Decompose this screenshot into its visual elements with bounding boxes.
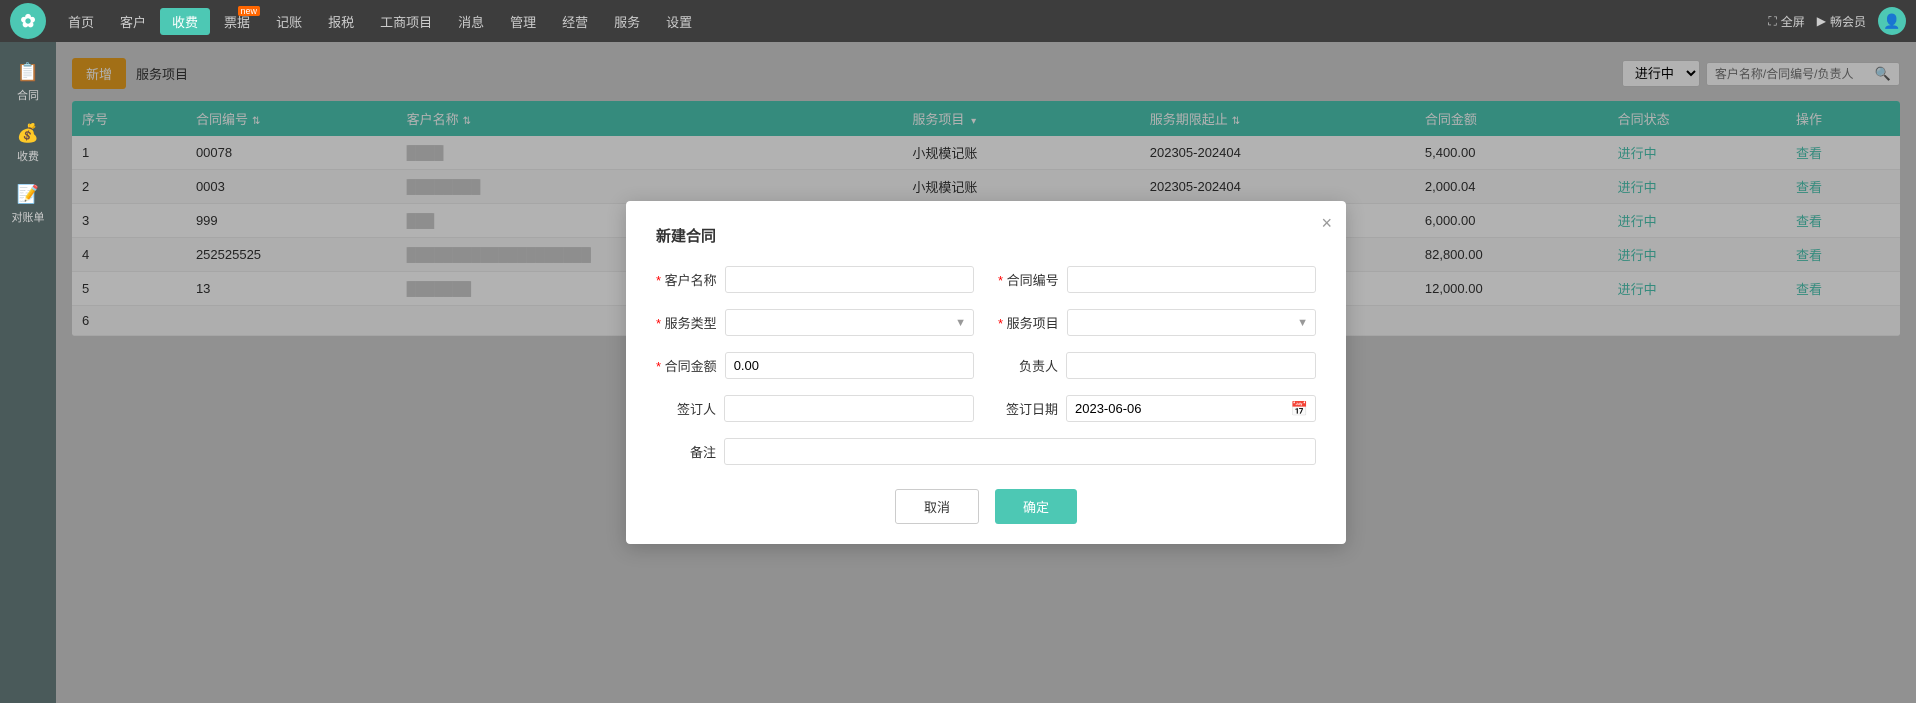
- service-item-select-wrap: ▼: [1067, 309, 1316, 336]
- form-row-sign-date: 签订日期 📅: [998, 395, 1316, 422]
- form-row-note: 备注: [656, 438, 1316, 465]
- main-layout: 📋 合同 💰 收费 📝 对账单 新增 服务项目 进行中 已结束 全部: [0, 42, 1916, 703]
- user-avatar[interactable]: 👤: [1878, 7, 1906, 35]
- contract-no-label: 合同编号: [998, 270, 1059, 289]
- nav-tax[interactable]: 报税: [316, 8, 366, 35]
- sign-date-label: 签订日期: [998, 399, 1058, 418]
- sidebar-item-reconciliation-label: 对账单: [12, 209, 45, 225]
- sign-date-input[interactable]: [1066, 395, 1316, 422]
- service-type-select[interactable]: [725, 309, 974, 336]
- form-row-contract-no: 合同编号: [998, 266, 1316, 293]
- sign-date-wrap: 📅: [1066, 395, 1316, 422]
- modal-overlay: × 新建合同 客户名称 合同编号 服务类型: [56, 42, 1916, 703]
- sidebar-item-billing[interactable]: 💰 收费: [0, 113, 56, 174]
- avatar-icon: 👤: [1883, 13, 1900, 30]
- modal-form: 客户名称 合同编号 服务类型 ▼: [656, 266, 1316, 465]
- nav-settings[interactable]: 设置: [654, 8, 704, 35]
- form-row-amount: 合同金额: [656, 352, 974, 379]
- modal-title: 新建合同: [656, 225, 1316, 246]
- nav-business[interactable]: 工商项目: [368, 8, 444, 35]
- note-label: 备注: [656, 442, 716, 461]
- signer-input[interactable]: [724, 395, 974, 422]
- responsible-input[interactable]: [1066, 352, 1316, 379]
- nav-service[interactable]: 服务: [602, 8, 652, 35]
- topnav-right: ⛶ 全屏 ▶ 畅会员 👤: [1768, 7, 1906, 35]
- nav-items: 首页 客户 收费 票据 new 记账 报税 工商项目 消息 管理 经营 服务 设…: [56, 8, 1768, 35]
- form-row-customer-name: 客户名称: [656, 266, 974, 293]
- service-type-select-wrap: ▼: [725, 309, 974, 336]
- fullscreen-button[interactable]: ⛶ 全屏: [1768, 13, 1804, 30]
- signer-label: 签订人: [656, 399, 716, 418]
- top-navigation: ✿ 首页 客户 收费 票据 new 记账 报税 工商项目 消息 管理 经营 服务…: [0, 0, 1916, 42]
- contract-amount-label: 合同金额: [656, 356, 717, 375]
- fullscreen-icon: ⛶: [1768, 14, 1776, 29]
- service-item-label: 服务项目: [998, 313, 1059, 332]
- reconciliation-icon: 📝: [17, 184, 39, 205]
- service-type-label: 服务类型: [656, 313, 717, 332]
- sidebar-item-contract-label: 合同: [17, 87, 39, 103]
- new-badge: new: [238, 6, 261, 16]
- service-item-select[interactable]: [1067, 309, 1316, 336]
- app-logo[interactable]: ✿: [10, 3, 46, 39]
- responsible-label: 负责人: [998, 356, 1058, 375]
- member-button[interactable]: ▶ 畅会员: [1817, 13, 1866, 30]
- nav-customer[interactable]: 客户: [108, 8, 158, 35]
- modal-close-button[interactable]: ×: [1321, 213, 1332, 234]
- nav-bookkeeping[interactable]: 记账: [264, 8, 314, 35]
- contract-no-input[interactable]: [1067, 266, 1316, 293]
- sidebar: 📋 合同 💰 收费 📝 对账单: [0, 42, 56, 703]
- form-row-service-type: 服务类型 ▼: [656, 309, 974, 336]
- nav-operation[interactable]: 经营: [550, 8, 600, 35]
- confirm-button[interactable]: 确定: [995, 489, 1077, 524]
- contract-icon: 📋: [17, 62, 39, 83]
- nav-invoice[interactable]: 票据 new: [212, 8, 262, 35]
- sidebar-item-billing-label: 收费: [17, 148, 39, 164]
- billing-icon: 💰: [17, 123, 39, 144]
- sidebar-item-reconciliation[interactable]: 📝 对账单: [0, 174, 56, 235]
- modal-footer: 取消 确定: [656, 489, 1316, 524]
- play-icon: ▶: [1817, 14, 1826, 28]
- contract-amount-input[interactable]: [725, 352, 974, 379]
- form-row-signer: 签订人: [656, 395, 974, 422]
- customer-name-input[interactable]: [725, 266, 974, 293]
- customer-name-label: 客户名称: [656, 270, 717, 289]
- nav-message[interactable]: 消息: [446, 8, 496, 35]
- note-input[interactable]: [724, 438, 1316, 465]
- form-row-service-item: 服务项目 ▼: [998, 309, 1316, 336]
- nav-billing[interactable]: 收费: [160, 8, 210, 35]
- content-area: 新增 服务项目 进行中 已结束 全部 🔍 序号 合: [56, 42, 1916, 703]
- nav-manage[interactable]: 管理: [498, 8, 548, 35]
- nav-home[interactable]: 首页: [56, 8, 106, 35]
- form-row-responsible: 负责人: [998, 352, 1316, 379]
- sidebar-item-contract[interactable]: 📋 合同: [0, 52, 56, 113]
- new-contract-modal: × 新建合同 客户名称 合同编号 服务类型: [626, 201, 1346, 544]
- cancel-button[interactable]: 取消: [895, 489, 979, 524]
